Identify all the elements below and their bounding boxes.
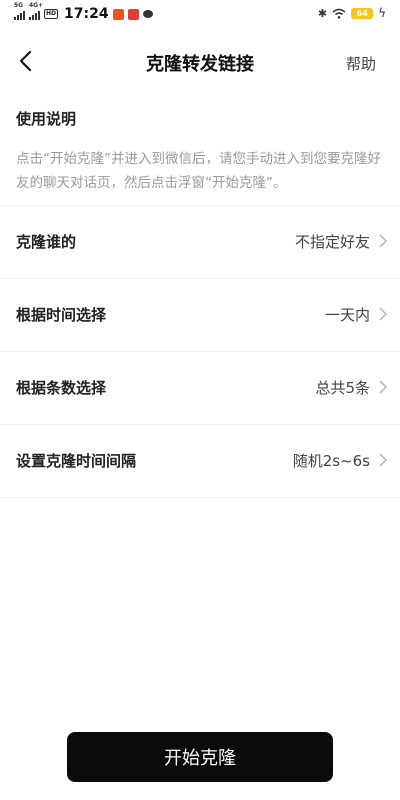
instructions-text: 点击“开始克隆”并进入到微信后，请您手动进入到您要克隆好友的聊天对话页，然后点击… — [16, 151, 381, 191]
charging-icon: ϟ — [378, 6, 386, 20]
battery-icon: 64 — [351, 7, 374, 19]
start-clone-button[interactable]: 开始克隆 — [67, 732, 333, 782]
setting-label: 克隆谁的 — [16, 233, 77, 251]
page-title: 克隆转发链接 — [146, 54, 254, 75]
chevron-right-icon — [379, 380, 388, 394]
setting-row-interval[interactable]: 设置克隆时间间隔 随机2s~6s — [0, 425, 400, 497]
app-notification-icon-2 — [127, 8, 139, 20]
status-left: 5G 4G+ HD 17:24 — [14, 2, 153, 22]
chevron-right-icon — [379, 307, 388, 321]
app-notification-icon — [112, 8, 124, 20]
sim1-label: 5G — [14, 2, 24, 9]
divider — [0, 497, 400, 498]
status-bar: 5G 4G+ HD 17:24 ✱ 64 ϟ — [0, 0, 400, 32]
signal-icon-2: 4G+ — [29, 2, 43, 20]
setting-value: 总共5条 — [315, 379, 370, 397]
nav-bar: 克隆转发链接 帮助 — [0, 38, 400, 84]
hd-badge: HD — [44, 9, 59, 19]
setting-row-clone-whom[interactable]: 克隆谁的 不指定好友 — [0, 206, 400, 278]
help-button[interactable]: 帮助 — [346, 53, 376, 74]
chevron-right-icon — [379, 453, 388, 467]
setting-row-message-count[interactable]: 根据条数选择 总共5条 — [0, 352, 400, 424]
setting-value: 一天内 — [324, 306, 370, 324]
setting-value: 不指定好友 — [294, 233, 370, 251]
setting-value: 随机2s~6s — [292, 452, 370, 470]
signal-icon: 5G — [14, 2, 25, 20]
instructions-title: 使用说明 — [16, 110, 77, 128]
sim2-label: 4G+ — [29, 2, 44, 9]
bluetooth-icon: ✱ — [317, 6, 328, 20]
setting-label: 根据时间选择 — [16, 306, 107, 324]
clock: 17:24 — [64, 6, 109, 22]
setting-label: 设置克隆时间间隔 — [16, 452, 137, 470]
setting-label: 根据条数选择 — [16, 379, 107, 397]
setting-row-time-range[interactable]: 根据时间选择 一天内 — [0, 279, 400, 351]
chat-bubble-icon — [142, 10, 153, 18]
status-right: ✱ 64 ϟ — [318, 6, 386, 20]
instructions-section: 使用说明 点击“开始克隆”并进入到微信后，请您手动进入到您要克隆好友的聊天对话页… — [16, 108, 388, 195]
chevron-right-icon — [379, 234, 388, 248]
wifi-icon — [332, 8, 346, 19]
